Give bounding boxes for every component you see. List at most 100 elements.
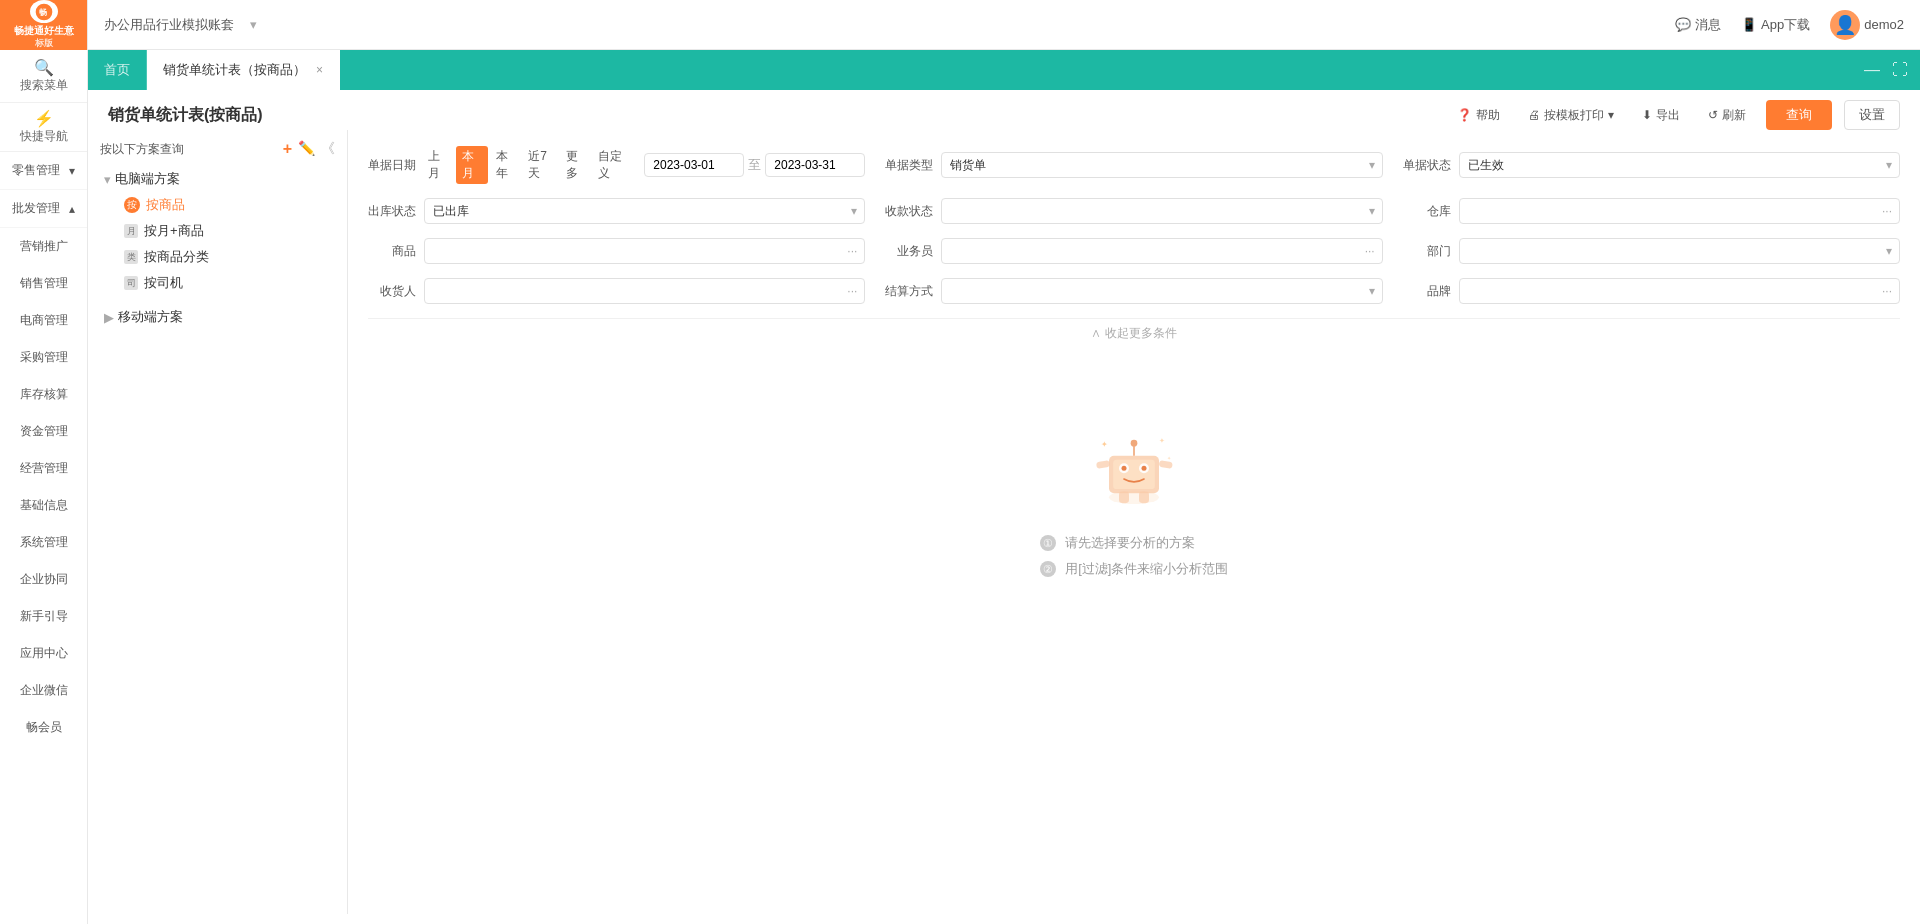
wholesale-chevron: ▴ [69, 202, 75, 216]
date-from-input[interactable] [644, 153, 744, 177]
doc-status-input[interactable] [1459, 152, 1900, 178]
date-tab-last-month[interactable]: 上月 [424, 146, 452, 184]
tab-home[interactable]: 首页 [88, 50, 147, 90]
date-label: 单据日期 [368, 157, 424, 174]
warehouse-input[interactable] [1459, 198, 1900, 224]
consignee-label: 收货人 [368, 283, 424, 300]
sidebar-app-center[interactable]: 应用中心 [0, 635, 87, 672]
empty-state-text: ① 请先选择要分析的方案 ② 用[过滤]条件来缩小分析范围 [1040, 530, 1229, 582]
workspace-dropdown-icon[interactable]: ▾ [250, 17, 257, 32]
sidebar-quick-nav[interactable]: ⚡ 快捷导航 [0, 103, 87, 152]
collapse-chevron-icon: ∧ [1091, 326, 1101, 340]
filter-brand-item: 品牌 ··· [1403, 278, 1900, 304]
svg-rect-11 [1096, 460, 1110, 469]
receipt-status-input[interactable] [941, 198, 1382, 224]
tab-bar: 首页 销货单统计表（按商品） × — ⛶ [88, 50, 1920, 90]
sidebar-search[interactable]: 🔍 搜索菜单 [0, 50, 87, 103]
export-btn[interactable]: ⬇ 导出 [1634, 103, 1688, 128]
download-btn[interactable]: 📱 App下载 [1741, 16, 1810, 34]
date-tab-custom[interactable]: 自定义 [594, 146, 632, 184]
download-icon: 📱 [1741, 17, 1757, 32]
brand-label: 品牌 [1403, 283, 1459, 300]
date-tab-more[interactable]: 更多 [562, 146, 590, 184]
inventory-label: 库存核算 [20, 386, 68, 403]
collapse-bar[interactable]: ∧ 收起更多条件 [368, 318, 1900, 348]
sidebar-sales[interactable]: 销售管理 [0, 265, 87, 302]
payment-label: 结算方式 [885, 283, 941, 300]
product-input[interactable] [424, 238, 865, 264]
department-input[interactable] [1459, 238, 1900, 264]
top-header: 办公用品行业模拟账套 ▾ 💬 消息 📱 App下载 👤 demo2 [88, 0, 1920, 50]
date-tab-this-month[interactable]: 本月 [456, 146, 488, 184]
sidebar-retail[interactable]: 零售管理 ▾ [0, 152, 87, 189]
tab-minimize-icon[interactable]: — [1860, 57, 1884, 83]
sidebar-purchase[interactable]: 采购管理 [0, 339, 87, 376]
filter-product-item: 商品 ··· [368, 238, 865, 264]
tab-close-icon[interactable]: × [316, 63, 323, 77]
sidebar-marketing[interactable]: 营销推广 [0, 228, 87, 265]
tab-sales-stats-label: 销货单统计表（按商品） [163, 61, 306, 79]
out-status-input[interactable] [424, 198, 865, 224]
sidebar-wechat[interactable]: 企业微信 [0, 672, 87, 709]
date-tab-7days[interactable]: 近7天 [524, 146, 558, 184]
tree-node-by-month-product[interactable]: 月 按月+商品 [116, 218, 339, 244]
basic-info-label: 基础信息 [20, 497, 68, 514]
warehouse-label: 仓库 [1403, 203, 1459, 220]
filter-doc-type-item: 单据类型 ▾ [885, 152, 1382, 178]
search-menu-label: 搜索菜单 [20, 78, 68, 92]
print-btn[interactable]: 🖨 按模板打印 ▾ [1520, 103, 1622, 128]
sidebar-tutorial[interactable]: 新手引导 [0, 598, 87, 635]
payment-input[interactable] [941, 278, 1382, 304]
filter-row-4: 收货人 ··· 结算方式 ▾ [368, 278, 1900, 304]
by-month-label: 按月+商品 [144, 222, 204, 240]
date-to-input[interactable] [765, 153, 865, 177]
date-tab-this-year[interactable]: 本年 [492, 146, 520, 184]
sidebar-inventory[interactable]: 库存核算 [0, 376, 87, 413]
filter-department-item: 部门 ▾ [1403, 238, 1900, 264]
consignee-input[interactable] [424, 278, 865, 304]
refresh-btn[interactable]: ↺ 刷新 [1700, 103, 1754, 128]
query-button[interactable]: 查询 [1766, 100, 1832, 130]
sidebar-ecommerce[interactable]: 电商管理 [0, 302, 87, 339]
tree-node-by-category[interactable]: 类 按商品分类 [116, 244, 339, 270]
purchase-label: 采购管理 [20, 349, 68, 366]
app-logo[interactable]: 畅 畅捷通好生意 标版 [0, 0, 87, 50]
tip1-icon: ① [1040, 535, 1056, 551]
tree-mobile-group[interactable]: ▶ 移动端方案 [96, 304, 339, 330]
filter-panel: 单据日期 上月 本月 本年 近7天 更多 自定义 [348, 130, 1920, 914]
help-btn[interactable]: ❓ 帮助 [1449, 103, 1508, 128]
doc-type-input[interactable] [941, 152, 1382, 178]
sidebar-finance[interactable]: 资金管理 [0, 413, 87, 450]
collapse-panel-btn[interactable]: 《 [321, 140, 335, 158]
edit-scheme-btn[interactable]: ✏️ [298, 140, 315, 158]
brand-input[interactable] [1459, 278, 1900, 304]
messages-btn[interactable]: 💬 消息 [1675, 16, 1721, 34]
filter-salesperson-item: 业务员 ··· [885, 238, 1382, 264]
salesperson-input[interactable] [941, 238, 1382, 264]
print-icon: 🖨 [1528, 108, 1540, 122]
sidebar-basic-info[interactable]: 基础信息 [0, 487, 87, 524]
settings-button[interactable]: 设置 [1844, 100, 1900, 130]
sidebar-system[interactable]: 系统管理 [0, 524, 87, 561]
wechat-label: 企业微信 [20, 682, 68, 699]
sidebar-operations[interactable]: 经营管理 [0, 450, 87, 487]
ecommerce-label: 电商管理 [20, 312, 68, 329]
tree-node-by-product[interactable]: 按 按商品 [116, 192, 339, 218]
tab-maximize-icon[interactable]: ⛶ [1888, 57, 1912, 83]
by-product-icon: 按 [124, 197, 140, 213]
sales-label: 销售管理 [20, 275, 68, 292]
tree-mobile-expand-icon: ▶ [104, 310, 114, 325]
svg-point-7 [1122, 466, 1127, 471]
sidebar-enterprise[interactable]: 企业协同 [0, 561, 87, 598]
svg-point-8 [1142, 466, 1147, 471]
filter-receipt-status-item: 收款状态 ▾ [885, 198, 1382, 224]
add-scheme-btn[interactable]: + [283, 140, 292, 158]
tab-sales-stats[interactable]: 销货单统计表（按商品） × [147, 50, 340, 90]
user-btn[interactable]: 👤 demo2 [1830, 10, 1904, 40]
scheme-title: 按以下方案查询 [100, 141, 184, 158]
sidebar-member[interactable]: 畅会员 [0, 709, 87, 746]
filter-warehouse-item: 仓库 ··· [1403, 198, 1900, 224]
tree-pc-group[interactable]: ▾ 电脑端方案 [96, 166, 339, 192]
tree-node-by-scanner[interactable]: 司 按司机 [116, 270, 339, 296]
sidebar-wholesale[interactable]: 批发管理 ▴ [0, 190, 87, 227]
